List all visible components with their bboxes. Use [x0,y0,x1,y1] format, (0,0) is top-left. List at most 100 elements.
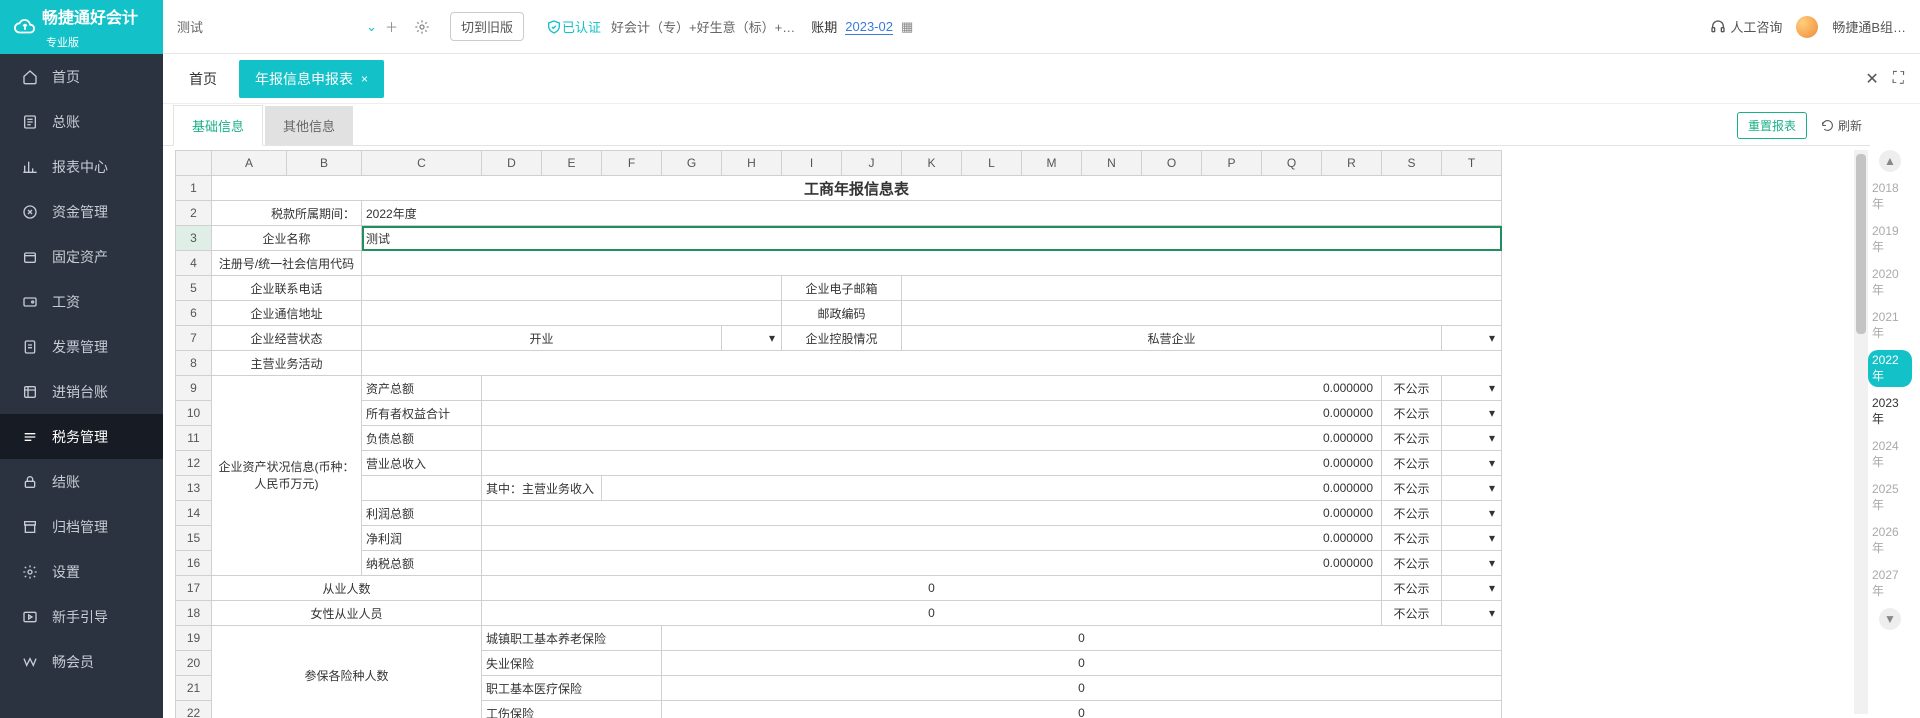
row-header[interactable]: 1 [176,176,212,201]
col-header[interactable]: C [362,151,482,176]
publicity-select[interactable]: 不公示 [1382,426,1442,451]
publicity-select[interactable]: 不公示 [1382,576,1442,601]
col-header[interactable]: I [782,151,842,176]
email-cell[interactable] [902,276,1502,301]
row-header[interactable]: 18 [176,601,212,626]
dropdown-icon[interactable]: ▾ [1442,426,1502,451]
settings-button[interactable] [414,19,430,35]
dropdown-icon[interactable]: ▾ [1442,326,1502,351]
publicity-select[interactable]: 不公示 [1382,401,1442,426]
metric-value[interactable]: 0.000000 [482,501,1382,526]
row-header[interactable]: 10 [176,401,212,426]
sidebar-item-inventory[interactable]: 进销台账 [0,369,163,414]
sidebar-item-reports[interactable]: 报表中心 [0,144,163,189]
col-header[interactable]: E [542,151,602,176]
holding-select[interactable]: 私营企业 [902,326,1442,351]
tab-annual-report[interactable]: 年报信息申报表 × [239,60,384,98]
year-option[interactable]: 2019年 [1868,221,1912,258]
switch-old-button[interactable]: 切到旧版 [450,12,524,41]
metric-value[interactable]: 0.000000 [482,526,1382,551]
row-header[interactable]: 2 [176,201,212,226]
sidebar-item-guide[interactable]: 新手引导 [0,594,163,639]
row-header[interactable]: 19 [176,626,212,651]
fullscreen-button[interactable]: ⛶ [1893,70,1904,88]
dropdown-icon[interactable]: ▾ [1442,526,1502,551]
col-header[interactable]: R [1322,151,1382,176]
close-icon[interactable]: × [361,72,368,86]
row-header[interactable]: 11 [176,426,212,451]
year-option[interactable]: 2026年 [1868,522,1912,559]
dropdown-icon[interactable]: ▾ [1442,601,1502,626]
year-option[interactable]: 2021年 [1868,307,1912,344]
publicity-select[interactable]: 不公示 [1382,526,1442,551]
dropdown-icon[interactable]: ▾ [1442,401,1502,426]
insurance-value[interactable]: 0 [662,701,1502,718]
row-header[interactable]: 7 [176,326,212,351]
close-all-button[interactable]: ✕ [1865,69,1878,89]
row-header[interactable]: 15 [176,526,212,551]
col-header[interactable]: D [482,151,542,176]
spreadsheet[interactable]: A B C D E F G H I J K L M N O P Q R S T … [175,150,1860,718]
col-header[interactable]: O [1142,151,1202,176]
col-header[interactable]: P [1202,151,1262,176]
publicity-select[interactable]: 不公示 [1382,376,1442,401]
avatar[interactable] [1796,16,1818,38]
publicity-select[interactable]: 不公示 [1382,551,1442,576]
year-option[interactable]: 2020年 [1868,264,1912,301]
company-name-cell[interactable]: 测试 [362,226,1502,251]
dropdown-icon[interactable]: ▾ [722,326,782,351]
sidebar-item-vip[interactable]: 畅会员 [0,639,163,684]
col-header[interactable]: F [602,151,662,176]
year-scroll-down[interactable]: ▼ [1879,608,1901,630]
metric-value[interactable]: 0.000000 [482,376,1382,401]
tab-home[interactable]: 首页 [173,60,233,98]
col-header[interactable]: S [1382,151,1442,176]
metric-value[interactable]: 0.000000 [482,451,1382,476]
subtab-basic[interactable]: 基础信息 [173,105,263,146]
col-header[interactable]: H [722,151,782,176]
row-header[interactable]: 22 [176,701,212,718]
row-header[interactable]: 13 [176,476,212,501]
year-option[interactable]: 2023年 [1868,393,1912,430]
dropdown-icon[interactable]: ▾ [1442,576,1502,601]
sidebar-item-home[interactable]: 首页 [0,54,163,99]
subtab-other[interactable]: 其他信息 [265,106,353,145]
year-option[interactable]: 2018年 [1868,178,1912,215]
employees-cell[interactable]: 0 [482,576,1382,601]
year-option[interactable]: 2027年 [1868,565,1912,602]
credit-code-cell[interactable] [362,251,1502,276]
col-header[interactable]: A [212,151,287,176]
sidebar-item-tax[interactable]: 税务管理 [0,414,163,459]
row-header[interactable]: 14 [176,501,212,526]
row-header[interactable]: 9 [176,376,212,401]
metric-value[interactable]: 0.000000 [602,476,1382,501]
col-header[interactable]: L [962,151,1022,176]
vertical-scrollbar[interactable] [1854,150,1868,714]
row-header[interactable]: 5 [176,276,212,301]
refresh-button[interactable]: 刷新 [1821,117,1862,134]
sidebar-item-funds[interactable]: 资金管理 [0,189,163,234]
scrollbar-thumb[interactable] [1856,154,1866,334]
metric-value[interactable]: 0.000000 [482,401,1382,426]
col-header[interactable]: N [1082,151,1142,176]
dropdown-icon[interactable]: ▾ [1442,376,1502,401]
row-header[interactable]: 20 [176,651,212,676]
year-option-active[interactable]: 2022年 [1868,350,1912,387]
add-button[interactable]: ＋ [385,17,398,36]
dropdown-icon[interactable]: ▾ [1442,451,1502,476]
sheet-corner[interactable] [176,151,212,176]
row-header[interactable]: 3 [176,226,212,251]
sidebar-item-salary[interactable]: 工资 [0,279,163,324]
metric-value[interactable]: 0.000000 [482,551,1382,576]
row-header[interactable]: 17 [176,576,212,601]
dropdown-icon[interactable]: ▾ [1442,551,1502,576]
year-option[interactable]: 2024年 [1868,436,1912,473]
dropdown-icon[interactable]: ▾ [1442,476,1502,501]
user-name[interactable]: 畅捷通B组… [1832,17,1906,36]
row-header[interactable]: 16 [176,551,212,576]
calendar-icon[interactable]: ▦ [901,19,913,35]
metric-value[interactable]: 0.000000 [482,426,1382,451]
sidebar-item-archive[interactable]: 归档管理 [0,504,163,549]
year-scroll-up[interactable]: ▲ [1879,150,1901,172]
publicity-select[interactable]: 不公示 [1382,476,1442,501]
